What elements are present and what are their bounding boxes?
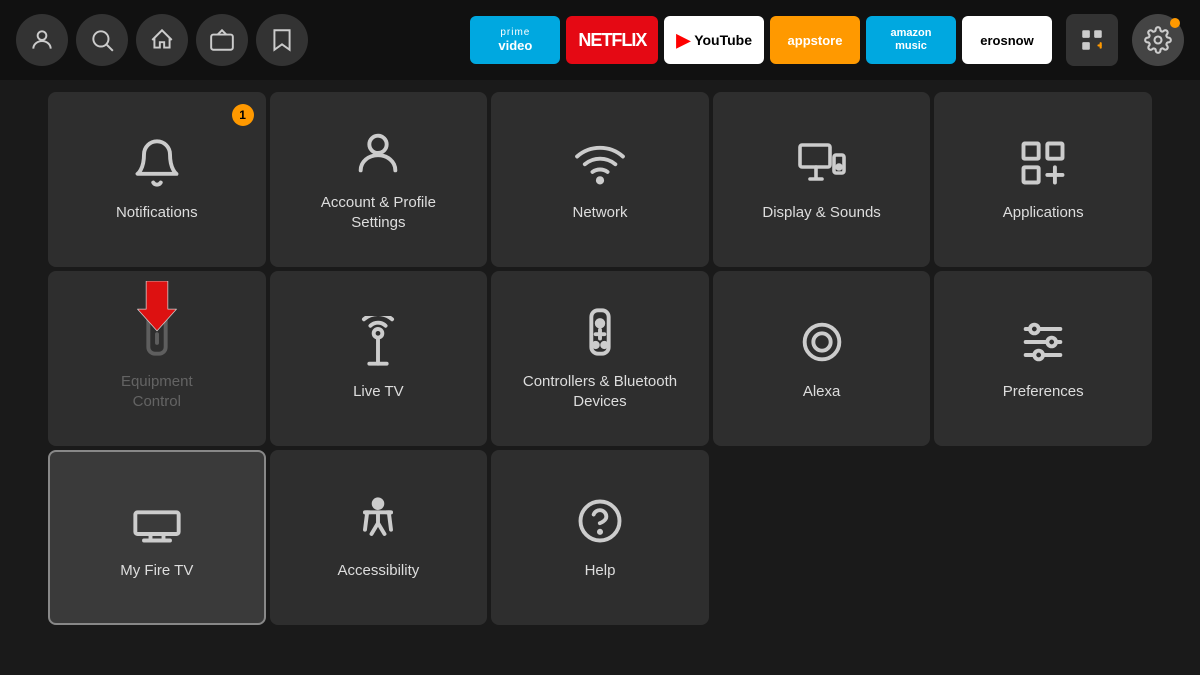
bell-icon bbox=[131, 137, 183, 189]
settings-item-applications[interactable]: Applications bbox=[934, 92, 1152, 267]
accessibility-icon bbox=[352, 495, 404, 547]
help-icon bbox=[574, 495, 626, 547]
network-label: Network bbox=[564, 203, 635, 223]
my-fire-tv-label: My Fire TV bbox=[112, 561, 201, 581]
settings-item-preferences[interactable]: Preferences bbox=[934, 271, 1152, 446]
profile-button[interactable] bbox=[16, 14, 68, 66]
grid-empty-2 bbox=[934, 450, 1152, 625]
sliders-icon bbox=[1017, 316, 1069, 368]
settings-grid: 1 Notifications Account & ProfileSetting… bbox=[0, 88, 1200, 629]
bookmark-button[interactable] bbox=[256, 14, 308, 66]
applications-label: Applications bbox=[995, 203, 1092, 223]
settings-item-alexa[interactable]: Alexa bbox=[713, 271, 931, 446]
all-apps-button[interactable] bbox=[1066, 14, 1118, 66]
notification-badge: 1 bbox=[232, 104, 254, 126]
help-label: Help bbox=[577, 561, 624, 581]
display-sounds-label: Display & Sounds bbox=[754, 203, 888, 223]
live-tv-label: Live TV bbox=[345, 382, 412, 402]
account-label: Account & ProfileSettings bbox=[313, 193, 444, 232]
settings-item-controllers-bluetooth[interactable]: Controllers & BluetoothDevices bbox=[491, 271, 709, 446]
settings-item-network[interactable]: Network bbox=[491, 92, 709, 267]
preferences-label: Preferences bbox=[995, 382, 1092, 402]
antenna-icon bbox=[352, 316, 404, 368]
live-tv-nav-button[interactable] bbox=[196, 14, 248, 66]
search-button[interactable] bbox=[76, 14, 128, 66]
settings-item-notifications[interactable]: 1 Notifications bbox=[48, 92, 266, 267]
remote-icon bbox=[131, 306, 183, 358]
remote2-icon bbox=[574, 306, 626, 358]
settings-item-account[interactable]: Account & ProfileSettings bbox=[270, 92, 488, 267]
settings-item-live-tv[interactable]: Live TV bbox=[270, 271, 488, 446]
grid-empty-1 bbox=[713, 450, 931, 625]
settings-item-help[interactable]: Help bbox=[491, 450, 709, 625]
settings-item-display-sounds[interactable]: Display & Sounds bbox=[713, 92, 931, 267]
youtube-app[interactable]: ▶ YouTube bbox=[664, 16, 764, 64]
amazon-music-app[interactable]: amazonmusic bbox=[866, 16, 956, 64]
nav-app-shortcuts: prime video NETFLIX ▶ YouTube appstore a… bbox=[470, 16, 1052, 64]
alexa-label: Alexa bbox=[795, 382, 849, 402]
erosnow-app[interactable]: erosnow bbox=[962, 16, 1052, 64]
user-icon bbox=[352, 127, 404, 179]
equipment-control-label: EquipmentControl bbox=[113, 372, 201, 411]
accessibility-label: Accessibility bbox=[330, 561, 428, 581]
controllers-bluetooth-label: Controllers & BluetoothDevices bbox=[515, 372, 685, 411]
settings-button[interactable] bbox=[1132, 14, 1184, 66]
settings-item-my-fire-tv[interactable]: My Fire TV bbox=[48, 450, 266, 625]
notifications-label: Notifications bbox=[108, 203, 206, 223]
firetv-icon bbox=[131, 495, 183, 547]
wifi-icon bbox=[574, 137, 626, 189]
netflix-app[interactable]: NETFLIX bbox=[566, 16, 658, 64]
monitor-speaker-icon bbox=[796, 137, 848, 189]
appstore-app[interactable]: appstore bbox=[770, 16, 860, 64]
settings-item-equipment-control[interactable]: EquipmentControl bbox=[48, 271, 266, 446]
apps-icon bbox=[1017, 137, 1069, 189]
home-button[interactable] bbox=[136, 14, 188, 66]
alexa-icon bbox=[796, 316, 848, 368]
prime-video-app[interactable]: prime video bbox=[470, 16, 560, 64]
settings-item-accessibility[interactable]: Accessibility bbox=[270, 450, 488, 625]
top-nav: prime video NETFLIX ▶ YouTube appstore a… bbox=[0, 0, 1200, 80]
